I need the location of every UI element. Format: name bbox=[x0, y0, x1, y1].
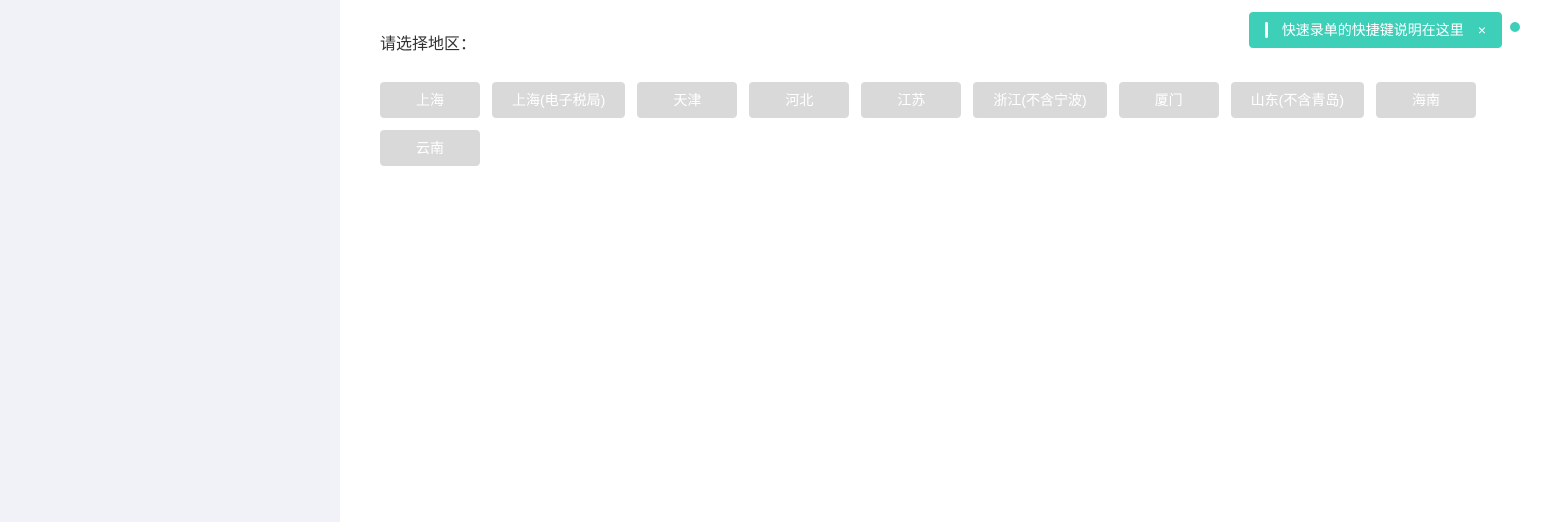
tooltip-text: 快速录单的快捷键说明在这里 bbox=[1282, 20, 1464, 40]
region-button-hainan[interactable]: 海南 bbox=[1376, 82, 1476, 118]
region-button-xiamen[interactable]: 厦门 bbox=[1119, 82, 1219, 118]
region-button-shanghai[interactable]: 上海 bbox=[380, 82, 480, 118]
main-content: 请选择地区： 上海上海(电子税局)天津河北江苏浙江(不含宁波)厦门山东(不含青岛… bbox=[340, 0, 1562, 522]
region-button-zhejiang[interactable]: 浙江(不含宁波) bbox=[973, 82, 1106, 118]
tooltip-dot bbox=[1510, 22, 1520, 32]
region-button-hebei[interactable]: 河北 bbox=[749, 82, 849, 118]
region-button-tianjin[interactable]: 天津 bbox=[637, 82, 737, 118]
region-button-jiangsu[interactable]: 江苏 bbox=[861, 82, 961, 118]
region-button-shandong[interactable]: 山东(不含青岛) bbox=[1231, 82, 1364, 118]
region-button-yunnan[interactable]: 云南 bbox=[380, 130, 480, 166]
region-button-shanghai-etax[interactable]: 上海(电子税局) bbox=[492, 82, 625, 118]
tooltip-banner: 快速录单的快捷键说明在这里 × bbox=[1249, 12, 1502, 48]
tooltip-close-button[interactable]: × bbox=[1478, 22, 1486, 38]
left-sidebar bbox=[0, 0, 340, 522]
region-buttons-container: 上海上海(电子税局) 天津河北江苏浙江(不含宁波) 厦门山东(不含青岛) 海南云南 bbox=[380, 82, 1522, 166]
